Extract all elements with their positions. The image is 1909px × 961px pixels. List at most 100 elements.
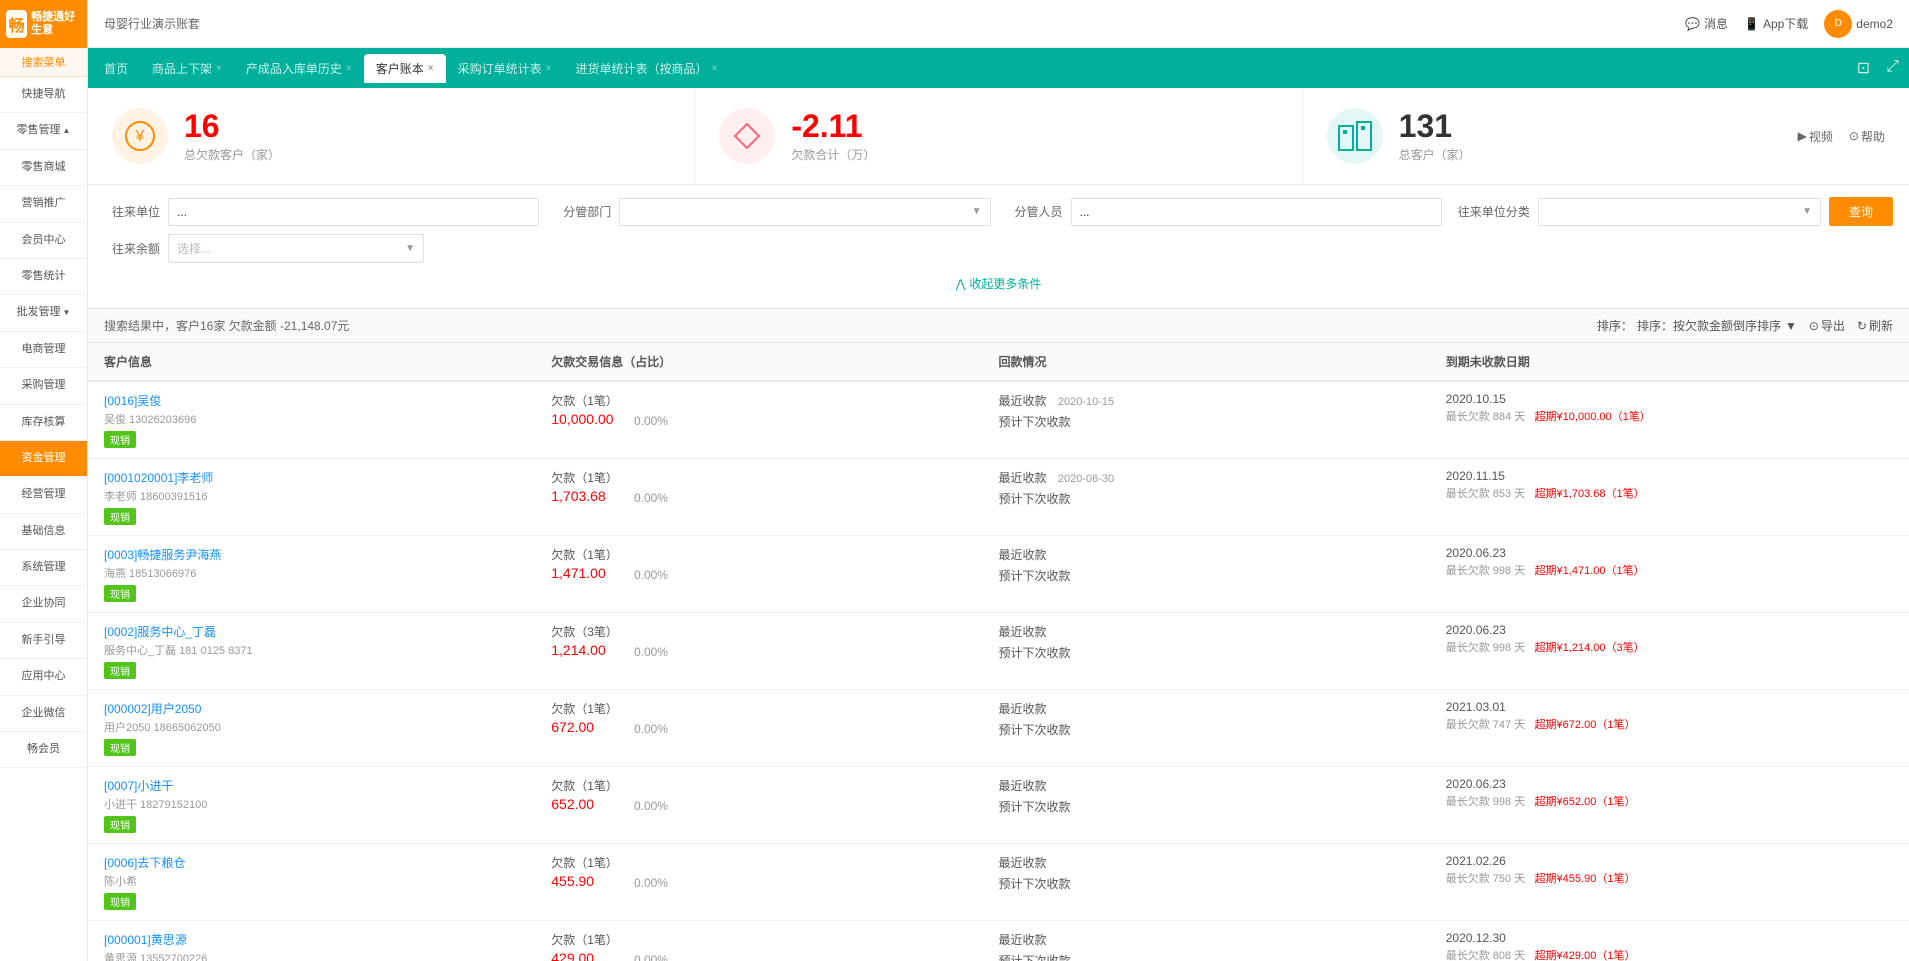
debt-customers-icon: ¥ [112, 108, 168, 164]
customer-info-cell: [0006]去下粮仓 陈小希 现销 [104, 854, 551, 910]
customer-name-link[interactable]: [0006]去下粮仓 [104, 856, 185, 870]
filter-manager-label: 分管人员 [1007, 203, 1063, 220]
maximize-icon[interactable]: ⤢ [1880, 56, 1905, 80]
tab-customer-account[interactable]: 客户账本 × [364, 54, 446, 83]
customer-name-link[interactable]: [0003]畅捷服务尹海燕 [104, 548, 221, 562]
tab-close-icon[interactable]: × [546, 63, 552, 74]
table-row: [0016]吴俊 吴俊 13026203696 现销 欠款（1笔） 10,000… [88, 382, 1909, 459]
sidebar-item-retail-manage[interactable]: 零售管理 ▲ [0, 113, 87, 149]
sidebar-item-ecommerce[interactable]: 电商管理 [0, 332, 87, 368]
supplier-type-select[interactable]: ▼ [1538, 198, 1821, 226]
sidebar-item-new-guide[interactable]: 新手引导 [0, 623, 87, 659]
customer-name-link[interactable]: [0002]服务中心_丁磊 [104, 625, 216, 639]
search-button[interactable]: 查询 [1829, 197, 1893, 226]
sidebar-item-warehouse[interactable]: 库存核算 [0, 405, 87, 441]
overdue-link[interactable]: 超期¥429.00（1笔） [1535, 950, 1636, 961]
tab-close-icon[interactable]: × [216, 63, 222, 74]
last-collection-date: 2020-10-15 [1058, 396, 1114, 408]
debt-percent: 0.00% [634, 953, 668, 961]
sidebar-item-retail-stats[interactable]: 零售统计 [0, 259, 87, 295]
next-collection-label: 预计下次收款 [999, 569, 1071, 583]
tab-home[interactable]: 首页 [92, 54, 140, 83]
sidebar-item-system[interactable]: 系统管理 [0, 550, 87, 586]
refresh-button[interactable]: ↻ 刷新 [1857, 317, 1893, 334]
tab-close-icon[interactable]: × [711, 63, 717, 74]
customer-name-link[interactable]: [000002]用户2050 [104, 702, 201, 716]
tab-close-icon[interactable]: × [428, 63, 434, 74]
dept-select[interactable]: ▼ [619, 198, 990, 226]
total-customers-number: 131 [1399, 110, 1782, 142]
debt-percent: 0.00% [634, 414, 668, 428]
user-profile[interactable]: D demo2 [1824, 10, 1893, 38]
table-row: [0006]去下粮仓 陈小希 现销 欠款（1笔） 455.90 0.00% [88, 844, 1909, 921]
filter-supplier-type: 往来单位分类 ▼ 查询 [1458, 197, 1893, 226]
tab-product-manage[interactable]: 商品上下架 × [140, 54, 234, 83]
collapse-filter-button[interactable]: ⋀ 收起更多条件 [104, 271, 1893, 296]
stat-card-total-customers: 131 总客户（家） ▶ 视频 ⊙ 帮助 [1303, 88, 1909, 184]
sidebar-item-quick-nav[interactable]: 快捷导航 [0, 77, 87, 113]
customer-sub: 黄思源 13552700226 [104, 950, 551, 961]
sidebar-item-purchase[interactable]: 采购管理 [0, 368, 87, 404]
tab-import-stats[interactable]: 进货单统计表（按商品） × [563, 54, 729, 83]
sidebar-item-marketing[interactable]: 营销推广 [0, 186, 87, 222]
debt-count: 欠款（1笔） [551, 854, 618, 871]
overdue-link[interactable]: 超期¥1,703.68（1笔） [1535, 488, 1645, 500]
app-download-button[interactable]: 📱 App下载 [1744, 15, 1808, 32]
col-header-collection: 回款情况 [999, 353, 1446, 370]
chevron-down-icon: ▼ [1802, 206, 1812, 217]
debt-amount: 1,214.00 [551, 642, 618, 658]
manager-input[interactable]: ... [1071, 198, 1442, 226]
filter-dept-label: 分管部门 [555, 203, 611, 220]
debt-percent: 0.00% [634, 876, 668, 890]
overdue-link[interactable]: 超期¥652.00（1笔） [1535, 796, 1636, 808]
overdue-link[interactable]: 超期¥10,000.00（1笔） [1535, 411, 1651, 423]
tab-close-icon[interactable]: × [346, 63, 352, 74]
debt-info-cell: 欠款（1笔） 672.00 0.00% [551, 700, 998, 737]
balance-select[interactable]: 选择... ▼ [168, 234, 424, 263]
due-date: 2021.02.26 [1446, 854, 1893, 868]
sidebar-item-enterprise-collab[interactable]: 企业协同 [0, 586, 87, 622]
sidebar-item-pro-member[interactable]: 畅会员 [0, 732, 87, 768]
overdue-link[interactable]: 超期¥1,214.00（3笔） [1535, 642, 1645, 654]
table-row: [000001]黄思源 黄思源 13552700226 现销 欠款（1笔） 42… [88, 921, 1909, 961]
message-button[interactable]: 💬 消息 [1685, 15, 1728, 32]
supplier-input[interactable]: ... [168, 198, 539, 226]
debt-percent: 0.00% [634, 722, 668, 736]
overdue-link[interactable]: 超期¥455.90（1笔） [1535, 873, 1636, 885]
customer-sub: 用户2050 18665062050 [104, 719, 551, 735]
sidebar-item-app-center[interactable]: 应用中心 [0, 659, 87, 695]
sidebar-item-batch-manage[interactable]: 批发管理 ▼ [0, 295, 87, 331]
debt-info-cell: 欠款（1笔） 1,471.00 0.00% [551, 546, 998, 583]
overdue-link[interactable]: 超期¥1,471.00（1笔） [1535, 565, 1645, 577]
due-date: 2020.11.15 [1446, 469, 1893, 483]
table-row: [0001020001]李老师 李老师 18600391516 现销 欠款（1笔… [88, 459, 1909, 536]
chevron-down-icon: ▼ [1785, 319, 1797, 333]
export-button[interactable]: ⊙ 导出 [1809, 317, 1845, 334]
sidebar-item-member-center[interactable]: 会员中心 [0, 223, 87, 259]
sidebar-item-basic-info[interactable]: 基础信息 [0, 514, 87, 550]
overdue-link[interactable]: 超期¥672.00（1笔） [1535, 719, 1636, 731]
message-icon: 💬 [1685, 17, 1700, 31]
due-date: 2020.10.15 [1446, 392, 1893, 406]
overdue-days: 最长欠款 884 天 [1446, 411, 1525, 423]
sidebar-item-capital[interactable]: 资金管理 [0, 441, 87, 477]
sidebar-item-retail-mall[interactable]: 零售商城 [0, 150, 87, 186]
filter-supplier-type-label: 往来单位分类 [1458, 203, 1530, 220]
video-link[interactable]: ▶ 视频 [1798, 128, 1833, 145]
collection-cell: 最近收款 预计下次收款 [999, 854, 1446, 892]
customer-name-link[interactable]: [000001]黄思源 [104, 933, 187, 947]
sidebar-item-operations[interactable]: 经营管理 [0, 477, 87, 513]
sort-selector[interactable]: 排序： 排序：按欠款金额倒序排序 ▼ [1597, 317, 1797, 334]
customer-name-link[interactable]: [0016]吴俊 [104, 394, 161, 408]
topbar: 母婴行业演示账套 💬 消息 📱 App下载 D demo2 [88, 0, 1909, 48]
balance-placeholder: 选择... [177, 240, 211, 257]
tab-produce-history[interactable]: 产成品入库单历史 × [234, 54, 364, 83]
customer-name-link[interactable]: [0001020001]李老师 [104, 471, 213, 485]
overdue-days: 最长欠款 808 天 [1446, 950, 1525, 961]
sidebar-search-menu[interactable]: 搜索菜单 [0, 48, 87, 77]
customer-name-link[interactable]: [0007]小进干 [104, 779, 173, 793]
sidebar-item-enterprise-wechat[interactable]: 企业微信 [0, 696, 87, 732]
minimize-icon[interactable]: ⊡ [1851, 56, 1876, 80]
tab-purchase-order[interactable]: 采购订单统计表 × [446, 54, 564, 83]
help-link[interactable]: ⊙ 帮助 [1849, 128, 1885, 145]
